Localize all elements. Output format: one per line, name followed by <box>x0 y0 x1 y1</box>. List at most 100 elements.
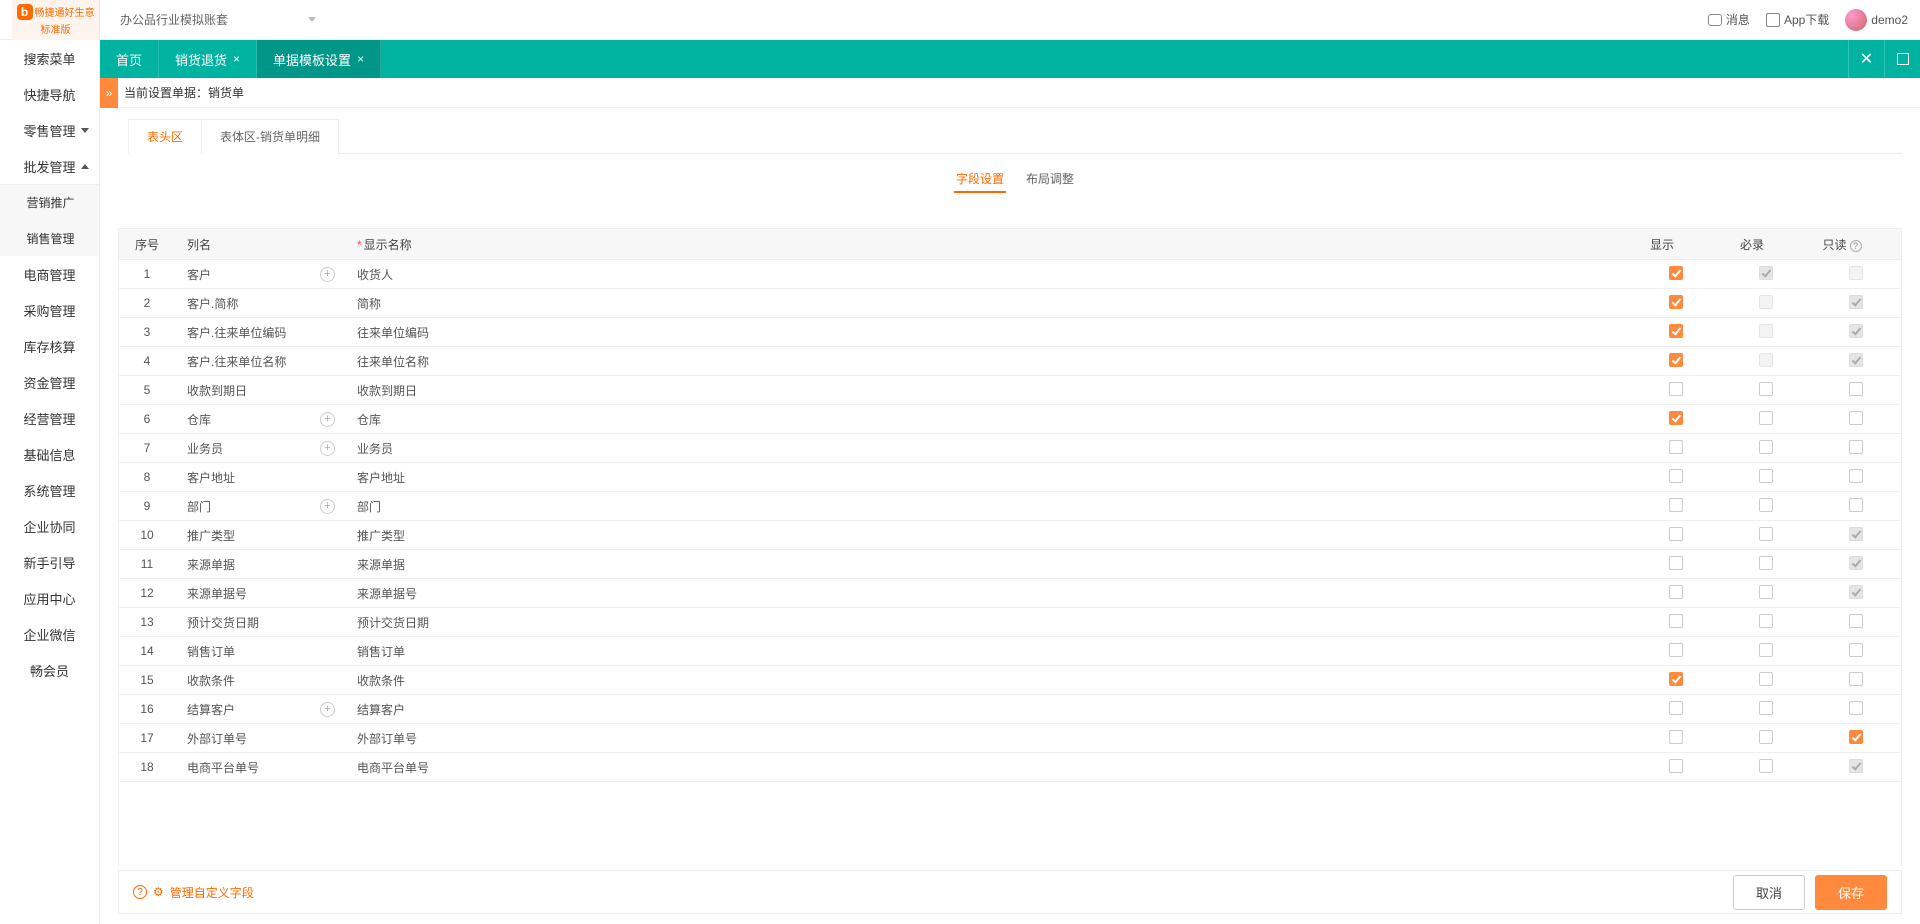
message-button[interactable]: 消息 <box>1708 11 1750 28</box>
account-selector[interactable]: 办公品行业模拟账套 <box>120 11 316 28</box>
checkbox[interactable] <box>1759 585 1773 599</box>
checkbox[interactable] <box>1759 382 1773 396</box>
sidebar-item[interactable]: 畅会员 <box>0 652 99 688</box>
checkbox[interactable] <box>1669 614 1683 628</box>
checkbox[interactable] <box>1759 701 1773 715</box>
cell-display-name[interactable]: 客户地址 <box>345 469 1631 486</box>
sidebar-item[interactable]: 批发管理 <box>0 148 99 184</box>
checkbox[interactable] <box>1849 469 1863 483</box>
plus-icon[interactable]: + <box>320 441 335 456</box>
checkbox[interactable] <box>1669 411 1683 425</box>
checkbox[interactable] <box>1669 324 1683 338</box>
cell-display-name[interactable]: 收款条件 <box>345 672 1631 689</box>
checkbox[interactable] <box>1759 556 1773 570</box>
sidebar-item[interactable]: 企业协同 <box>0 508 99 544</box>
cell-display-name[interactable]: 仓库 <box>345 411 1631 428</box>
cell-display-name[interactable]: 来源单据号 <box>345 585 1631 602</box>
checkbox[interactable] <box>1759 527 1773 541</box>
checkbox[interactable] <box>1849 411 1863 425</box>
user-menu[interactable]: demo2 <box>1845 9 1908 31</box>
subtab-layout-adjust[interactable]: 布局调整 <box>1024 166 1076 193</box>
tab-home[interactable]: 首页 <box>100 40 159 78</box>
sidebar-item[interactable]: 企业微信 <box>0 616 99 652</box>
checkbox[interactable] <box>1759 440 1773 454</box>
checkbox[interactable] <box>1849 701 1863 715</box>
plus-icon[interactable]: + <box>320 702 335 717</box>
checkbox[interactable] <box>1759 730 1773 744</box>
table-body[interactable]: 1客户+收货人2客户.简称简称3客户.往来单位编码往来单位编码4客户.往来单位名… <box>118 260 1902 866</box>
cell-display-name[interactable]: 业务员 <box>345 440 1631 457</box>
sidebar-item[interactable]: 采购管理 <box>0 292 99 328</box>
subtab-field-settings[interactable]: 字段设置 <box>954 166 1006 193</box>
checkbox[interactable] <box>1669 266 1683 280</box>
checkbox[interactable] <box>1669 469 1683 483</box>
cell-display-name[interactable]: 简称 <box>345 295 1631 312</box>
checkbox[interactable] <box>1669 353 1683 367</box>
sidebar-item[interactable]: 系统管理 <box>0 472 99 508</box>
checkbox[interactable] <box>1759 498 1773 512</box>
checkbox[interactable] <box>1669 440 1683 454</box>
checkbox[interactable] <box>1849 382 1863 396</box>
cell-display-name[interactable]: 销售订单 <box>345 643 1631 660</box>
itab-header-area[interactable]: 表头区 <box>128 119 202 154</box>
cell-display-name[interactable]: 电商平台单号 <box>345 759 1631 776</box>
checkbox[interactable] <box>1669 382 1683 396</box>
checkbox[interactable] <box>1759 672 1773 686</box>
close-all-button[interactable]: ✕ <box>1848 40 1884 78</box>
fullscreen-button[interactable] <box>1884 40 1920 78</box>
sidebar-item[interactable]: 新手引导 <box>0 544 99 580</box>
help-icon[interactable]: ? <box>1850 240 1862 252</box>
close-icon[interactable]: × <box>357 52 364 66</box>
collapse-handle[interactable]: » <box>100 78 118 108</box>
checkbox[interactable] <box>1849 614 1863 628</box>
checkbox[interactable] <box>1669 556 1683 570</box>
sidebar-item[interactable]: 快捷导航 <box>0 76 99 112</box>
cell-display-name[interactable]: 收货人 <box>345 266 1631 283</box>
checkbox[interactable] <box>1669 585 1683 599</box>
cell-display-name[interactable]: 收款到期日 <box>345 382 1631 399</box>
cancel-button[interactable]: 取消 <box>1733 875 1805 910</box>
sidebar-subitem[interactable]: 营销推广 <box>0 184 99 220</box>
manage-custom-fields-link[interactable]: ? ⚙ 管理自定义字段 <box>133 884 254 901</box>
cell-display-name[interactable]: 外部订单号 <box>345 730 1631 747</box>
sidebar-subitem[interactable]: 销售管理 <box>0 220 99 256</box>
plus-icon[interactable]: + <box>320 499 335 514</box>
plus-icon[interactable]: + <box>320 267 335 282</box>
cell-display-name[interactable]: 推广类型 <box>345 527 1631 544</box>
itab-body-area[interactable]: 表体区-销货单明细 <box>201 119 339 154</box>
checkbox[interactable] <box>1759 614 1773 628</box>
app-download-button[interactable]: App下载 <box>1766 11 1829 28</box>
sidebar-item[interactable]: 资金管理 <box>0 364 99 400</box>
cell-display-name[interactable]: 往来单位名称 <box>345 353 1631 370</box>
checkbox[interactable] <box>1849 643 1863 657</box>
sidebar-item[interactable]: 库存核算 <box>0 328 99 364</box>
checkbox[interactable] <box>1759 759 1773 773</box>
plus-icon[interactable]: + <box>320 412 335 427</box>
cell-display-name[interactable]: 预计交货日期 <box>345 614 1631 631</box>
checkbox[interactable] <box>1669 498 1683 512</box>
checkbox[interactable] <box>1759 411 1773 425</box>
sidebar-item[interactable]: 基础信息 <box>0 436 99 472</box>
cell-display-name[interactable]: 结算客户 <box>345 701 1631 718</box>
checkbox[interactable] <box>1849 498 1863 512</box>
checkbox[interactable] <box>1669 672 1683 686</box>
checkbox[interactable] <box>1669 701 1683 715</box>
sidebar-item[interactable]: 零售管理 <box>0 112 99 148</box>
checkbox[interactable] <box>1759 643 1773 657</box>
close-icon[interactable]: × <box>233 52 240 66</box>
tab-template-settings[interactable]: 单据模板设置× <box>257 40 381 78</box>
checkbox[interactable] <box>1849 730 1863 744</box>
cell-display-name[interactable]: 部门 <box>345 498 1631 515</box>
checkbox[interactable] <box>1669 527 1683 541</box>
checkbox[interactable] <box>1849 672 1863 686</box>
sidebar-item[interactable]: 应用中心 <box>0 580 99 616</box>
checkbox[interactable] <box>1849 440 1863 454</box>
tab-sales-return[interactable]: 销货退货× <box>159 40 257 78</box>
sidebar-item[interactable]: 电商管理 <box>0 256 99 292</box>
checkbox[interactable] <box>1759 469 1773 483</box>
save-button[interactable]: 保存 <box>1815 875 1887 910</box>
checkbox[interactable] <box>1669 759 1683 773</box>
checkbox[interactable] <box>1669 295 1683 309</box>
cell-display-name[interactable]: 往来单位编码 <box>345 324 1631 341</box>
cell-display-name[interactable]: 来源单据 <box>345 556 1631 573</box>
